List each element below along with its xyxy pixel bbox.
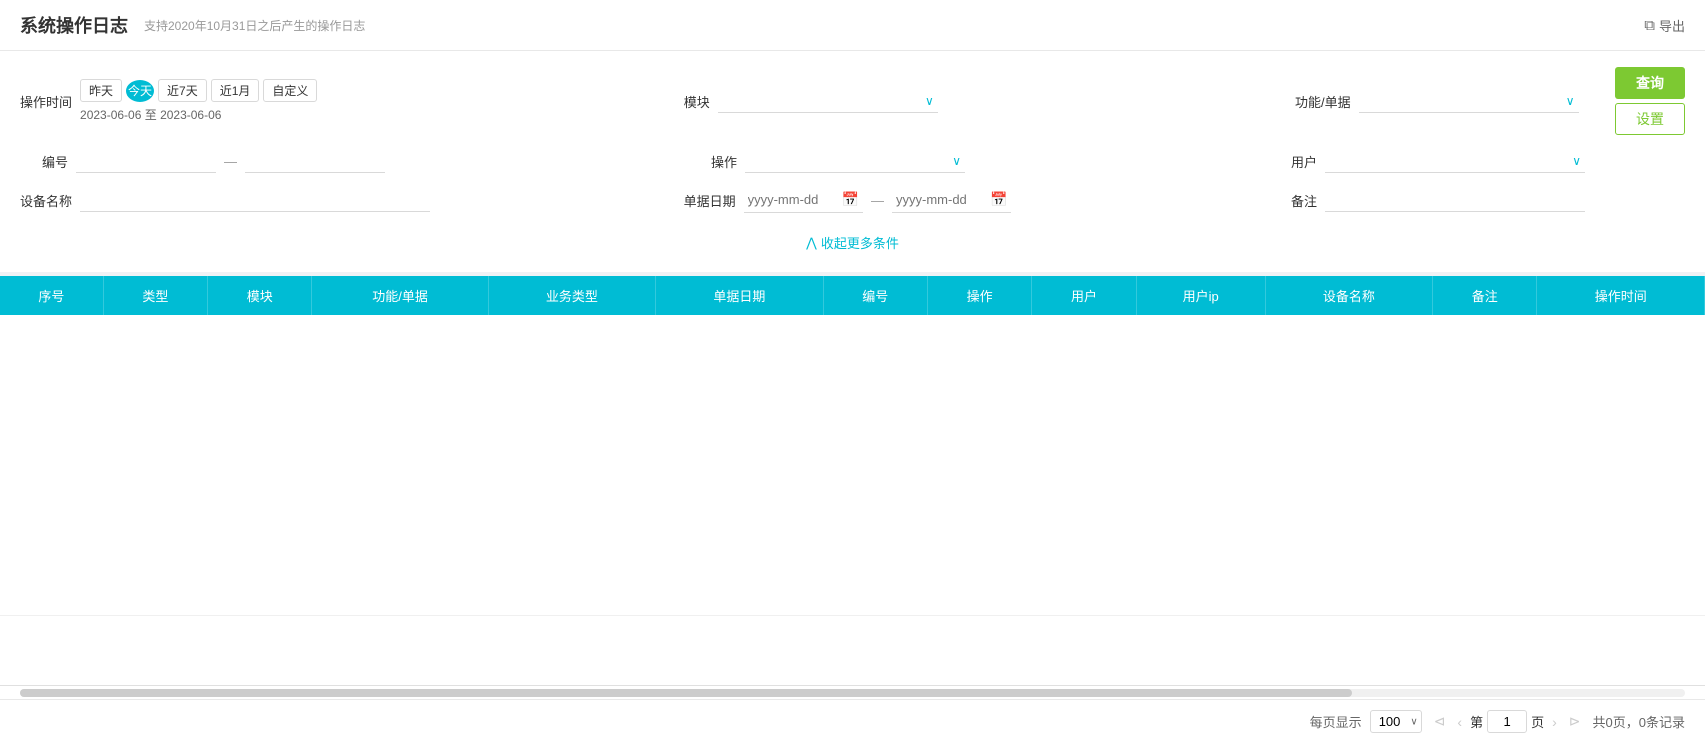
collapse-icon: ⋀ [806, 235, 817, 251]
table-container: 序号 类型 模块 功能/单据 业务类型 单据日期 编号 操作 用户 用户ip 设… [0, 276, 1705, 685]
table-header: 序号 类型 模块 功能/单据 业务类型 单据日期 编号 操作 用户 用户ip 设… [0, 276, 1705, 315]
col-number: 编号 [823, 276, 927, 315]
remark-input[interactable] [1325, 188, 1585, 212]
number-dash: — [224, 154, 237, 169]
time-7days-btn[interactable]: 近7天 [158, 79, 207, 102]
module-filter: 模块 ∨ [638, 89, 958, 113]
page-total: 共0页，0条记录 [1593, 712, 1685, 731]
filter-row-3: 设备名称 单据日期 📅 — 📅 备注 [20, 187, 1685, 213]
module-label: 模块 [638, 92, 718, 111]
time-1month-btn[interactable]: 近1月 [211, 79, 260, 102]
table-header-row: 序号 类型 模块 功能/单据 业务类型 单据日期 编号 操作 用户 用户ip 设… [0, 276, 1705, 315]
time-today-btn[interactable]: 今天 [126, 80, 154, 102]
next-page-btn[interactable]: › [1548, 712, 1561, 732]
col-index: 序号 [0, 276, 103, 315]
device-input[interactable] [80, 188, 430, 212]
remark-label: 备注 [1245, 191, 1325, 210]
action-buttons: 查询 设置 [1615, 67, 1685, 135]
time-range: 2023-06-06 至 2023-06-06 [80, 106, 317, 123]
scroll-area[interactable] [0, 685, 1705, 699]
date-start-wrapper: 📅 [744, 187, 863, 213]
operation-filter: 操作 ∨ [665, 149, 965, 173]
page-header: 系统操作日志 支持2020年10月31日之后产生的操作日志 ⧉ 导出 [0, 0, 1705, 51]
col-function: 功能/单据 [312, 276, 488, 315]
time-filter: 昨天 今天 近7天 近1月 自定义 2023-06-06 至 2023-06-0… [80, 79, 317, 123]
table-body [0, 315, 1705, 615]
number-input-end[interactable] [245, 149, 385, 173]
col-user: 用户 [1032, 276, 1136, 315]
voucher-date-label: 单据日期 [664, 191, 744, 210]
col-time: 操作时间 [1537, 276, 1705, 315]
col-business-type: 业务类型 [488, 276, 655, 315]
time-buttons: 昨天 今天 近7天 近1月 自定义 [80, 79, 317, 102]
empty-row [0, 315, 1705, 615]
export-button[interactable]: ⧉ 导出 [1644, 16, 1685, 35]
collapse-bar: ⋀ 收起更多条件 [20, 227, 1685, 256]
col-device: 设备名称 [1265, 276, 1432, 315]
prev-page-btn[interactable]: ‹ [1453, 712, 1466, 732]
page-size-label: 每页显示 [1310, 712, 1362, 731]
date-end-wrapper: 📅 [892, 187, 1011, 213]
calendar-start-icon[interactable]: 📅 [842, 191, 859, 208]
settings-button[interactable]: 设置 [1615, 103, 1685, 135]
user-filter: 用户 ∨ [1245, 149, 1585, 173]
filter-row-2: 编号 — 操作 ∨ 用户 [20, 149, 1685, 173]
date-dash: — [871, 193, 884, 208]
page-label: 第 [1470, 712, 1483, 731]
time-label: 操作时间 [20, 92, 80, 111]
user-label: 用户 [1245, 152, 1325, 171]
bottom-bar: 每页显示 100 50 200 ⊲ ‹ 第 页 › ⊳ 共0页，0条记录 [0, 699, 1705, 743]
function-select-wrapper: ∨ [1359, 89, 1579, 113]
export-icon: ⧉ [1644, 17, 1655, 34]
scrollbar-track [20, 689, 1685, 697]
operation-select[interactable] [745, 149, 965, 173]
filter-row-1: 操作时间 昨天 今天 近7天 近1月 自定义 2023-06-06 至 2023… [20, 67, 1685, 135]
calendar-end-icon[interactable]: 📅 [990, 191, 1007, 208]
function-filter: 功能/单据 ∨ [1279, 89, 1599, 113]
page-unit: 页 [1531, 712, 1544, 731]
col-operation: 操作 [927, 276, 1031, 315]
collapse-label: 收起更多条件 [821, 233, 899, 252]
date-start-input[interactable] [748, 192, 838, 207]
last-page-btn[interactable]: ⊳ [1565, 711, 1585, 732]
collapse-button[interactable]: ⋀ 收起更多条件 [806, 233, 899, 252]
time-custom-btn[interactable]: 自定义 [263, 79, 317, 102]
col-user-ip: 用户ip [1136, 276, 1265, 315]
export-label: 导出 [1659, 16, 1685, 35]
empty-cell [0, 315, 1705, 615]
device-label: 设备名称 [20, 191, 80, 210]
function-label: 功能/单据 [1279, 92, 1359, 111]
page-subtitle: 支持2020年10月31日之后产生的操作日志 [144, 17, 365, 34]
page-title: 系统操作日志 [20, 12, 128, 38]
page-input[interactable] [1487, 710, 1527, 733]
pagination: ⊲ ‹ 第 页 › ⊳ [1430, 710, 1585, 733]
number-label: 编号 [20, 152, 76, 171]
data-table: 序号 类型 模块 功能/单据 业务类型 单据日期 编号 操作 用户 用户ip 设… [0, 276, 1705, 616]
col-module: 模块 [208, 276, 312, 315]
filter-panel: 操作时间 昨天 今天 近7天 近1月 自定义 2023-06-06 至 2023… [0, 51, 1705, 272]
date-end-input[interactable] [896, 192, 986, 207]
user-select[interactable] [1325, 149, 1585, 173]
operation-label: 操作 [665, 152, 745, 171]
number-input-start[interactable] [76, 149, 216, 173]
page-size-wrapper: 100 50 200 [1370, 710, 1422, 733]
operation-select-wrapper: ∨ [745, 149, 965, 173]
col-type: 类型 [103, 276, 207, 315]
first-page-btn[interactable]: ⊲ [1430, 711, 1450, 732]
col-voucher-date: 单据日期 [656, 276, 823, 315]
module-select-wrapper: ∨ [718, 89, 938, 113]
page-size-select[interactable]: 100 50 200 [1370, 710, 1422, 733]
time-yesterday-btn[interactable]: 昨天 [80, 79, 122, 102]
function-select[interactable] [1359, 89, 1579, 113]
user-select-wrapper: ∨ [1325, 149, 1585, 173]
col-remark: 备注 [1433, 276, 1537, 315]
query-button[interactable]: 查询 [1615, 67, 1685, 99]
module-select[interactable] [718, 89, 938, 113]
scrollbar-thumb[interactable] [20, 689, 1352, 697]
